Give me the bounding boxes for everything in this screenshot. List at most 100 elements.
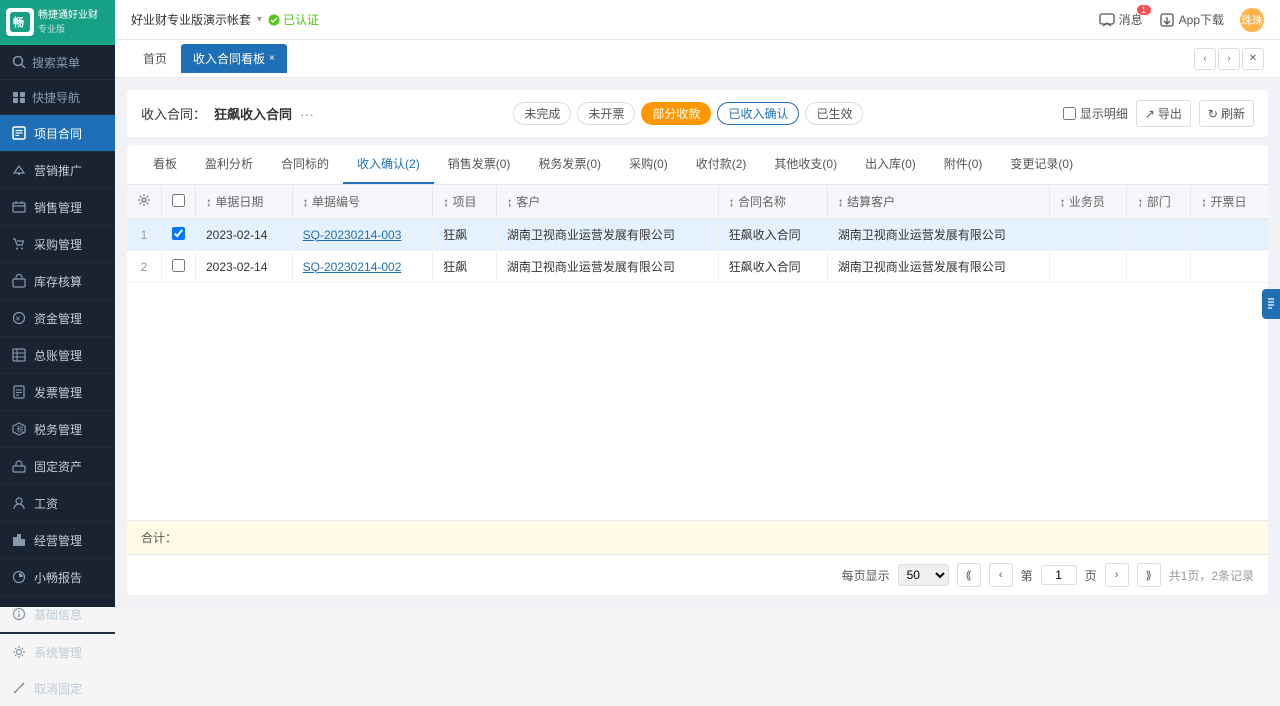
tab-attachment[interactable]: 附件(0) [930,145,997,184]
per-page-select[interactable]: 20 50 100 200 [898,564,949,586]
company-dropdown-icon[interactable]: ▾ [257,14,262,25]
first-page-btn[interactable]: ⟪ [957,563,981,587]
status-effective[interactable]: 已生效 [805,102,863,125]
table-row[interactable]: 1 2023-02-14 SQ-20230214-003 狂飙 湖南卫视商业运营… [127,219,1268,251]
doc-link[interactable]: SQ-20230214-003 [303,228,402,242]
user-profile[interactable]: 珠珠 [1240,8,1264,32]
select-all-checkbox[interactable] [172,194,185,207]
sidebar-item-marketing[interactable]: 营销推广 [0,152,115,189]
row-checkbox-cell[interactable] [162,219,196,251]
sidebar-item-inventory[interactable]: 库存核算 [0,263,115,300]
doc-link[interactable]: SQ-20230214-002 [303,260,402,274]
sidebar-item-tax[interactable]: 税 税务管理 [0,411,115,448]
certified-icon [268,14,280,26]
row-checkbox-cell[interactable] [162,251,196,283]
table-body: 1 2023-02-14 SQ-20230214-003 狂飙 湖南卫视商业运营… [127,219,1268,283]
next-page-btn[interactable]: › [1105,563,1129,587]
th-date[interactable]: ↕ 单据日期 [196,185,293,219]
sidebar-marketing-label: 营销推广 [34,162,82,179]
nav-next-arrow[interactable]: › [1218,48,1240,70]
th-settings[interactable] [127,185,162,219]
sidebar-item-asset[interactable]: 固定资产 [0,448,115,485]
sidebar-item-info[interactable]: 基础信息 [0,596,115,633]
contract-title-area: 收入合同： 狂飙收入合同 ··· [141,104,314,123]
th-num[interactable]: ↕ 单据编号 [292,185,433,219]
row-num-link[interactable]: SQ-20230214-002 [292,251,433,283]
status-uninvoiced[interactable]: 未开票 [577,102,635,125]
tab-other-income[interactable]: 其他收支(0) [760,145,851,184]
tab-close-icon[interactable]: × [269,53,275,64]
row-salesperson [1049,219,1127,251]
page-number-input[interactable] [1041,565,1077,585]
tab-tax-invoice[interactable]: 税务发票(0) [524,145,615,184]
th-result-customer[interactable]: ↕ 结算客户 [827,185,1049,219]
sidebar-system-settings[interactable]: 系统管理 [0,634,115,670]
contract-icon [10,124,28,142]
table-row[interactable]: 2 2023-02-14 SQ-20230214-002 狂飙 湖南卫视商业运营… [127,251,1268,283]
th-department[interactable]: ↕ 部门 [1127,185,1191,219]
display-detail-label: 显示明细 [1080,105,1128,122]
row-checkbox[interactable] [172,227,185,240]
sidebar-item-fund[interactable]: ¥ 资金管理 [0,300,115,337]
status-income-confirmed[interactable]: 已收入确认 [717,102,799,125]
nav-close-all[interactable]: ✕ [1242,48,1264,70]
th-select-all[interactable] [162,185,196,219]
tab-payment[interactable]: 收付款(2) [682,145,761,184]
row-num-link[interactable]: SQ-20230214-003 [292,219,433,251]
th-project[interactable]: ↕ 项目 [433,185,497,219]
display-detail-checkbox[interactable] [1063,107,1076,120]
nav-arrows: ‹ › ✕ [1194,48,1264,70]
sidebar-item-quicknav[interactable]: 快捷导航 [0,80,115,115]
tab-contract-board[interactable]: 收入合同看板 × [181,44,287,73]
status-partial-payment[interactable]: 部分收款 [641,102,711,125]
display-detail-toggle[interactable]: 显示明细 [1063,105,1128,122]
status-incomplete[interactable]: 未完成 [513,102,571,125]
refresh-button[interactable]: ↻ 刷新 [1199,100,1254,127]
tab-home[interactable]: 首页 [131,44,179,73]
tab-warehouse-label: 出入库(0) [865,157,916,171]
tab-profit[interactable]: 盈利分析 [191,145,267,184]
row-open-date [1191,251,1268,283]
company-name: 好业财专业版演示帐套 [131,11,251,28]
th-open-date[interactable]: ↕ 开票日 [1191,185,1268,219]
app-download-button[interactable]: App下载 [1159,11,1224,28]
last-page-btn[interactable]: ⟫ [1137,563,1161,587]
right-panel-toggle[interactable] [1262,289,1280,319]
sidebar-item-salary[interactable]: 工资 [0,485,115,522]
nav-prev-arrow[interactable]: ‹ [1194,48,1216,70]
row-department [1127,251,1191,283]
invoice-icon [10,383,28,401]
sidebar-item-ledger[interactable]: 总账管理 [0,337,115,374]
sidebar-unpin[interactable]: 取消固定 [0,670,115,706]
sidebar-item-report[interactable]: 小畅报告 [0,559,115,596]
tab-board[interactable]: 看板 [139,145,191,184]
sidebar-item-search[interactable]: 搜索菜单 [0,45,115,80]
tab-contract-subject[interactable]: 合同标的 [267,145,343,184]
th-salesperson[interactable]: ↕ 业务员 [1049,185,1127,219]
sidebar-item-invoice[interactable]: 发票管理 [0,374,115,411]
contract-more-button[interactable]: ··· [300,106,314,122]
sidebar-item-biz[interactable]: 经营管理 [0,522,115,559]
sidebar-search-label: 搜索菜单 [32,54,80,71]
tab-warehouse[interactable]: 出入库(0) [851,145,930,184]
th-contract-name[interactable]: ↕ 合同名称 [718,185,827,219]
th-customer[interactable]: ↕ 客户 [496,185,718,219]
contract-header: 收入合同： 狂飙收入合同 ··· 未完成 未开票 部分收款 已收入确认 已生效 … [127,90,1268,137]
prev-page-btn[interactable]: ‹ [989,563,1013,587]
sidebar-item-sales[interactable]: 销售管理 [0,189,115,226]
message-button[interactable]: 消息 1 [1099,11,1143,28]
tab-purchase[interactable]: 采购(0) [615,145,682,184]
sidebar-sales-label: 销售管理 [34,199,82,216]
tab-sales-invoice[interactable]: 销售发票(0) [434,145,525,184]
row-contract-name: 狂飙收入合同 [718,219,827,251]
row-department [1127,219,1191,251]
tab-change-log[interactable]: 变更记录(0) [996,145,1087,184]
export-button[interactable]: ↗ 导出 [1136,100,1191,127]
svg-text:税: 税 [17,425,24,434]
sidebar-item-contract[interactable]: 项目合同 [0,115,115,152]
contract-name: 狂飙收入合同 [214,104,292,123]
sidebar-item-purchase[interactable]: 采购管理 [0,226,115,263]
tab-income-confirm[interactable]: 收入确认(2) [343,145,434,184]
certified-badge: 已认证 [268,11,319,28]
row-checkbox[interactable] [172,259,185,272]
